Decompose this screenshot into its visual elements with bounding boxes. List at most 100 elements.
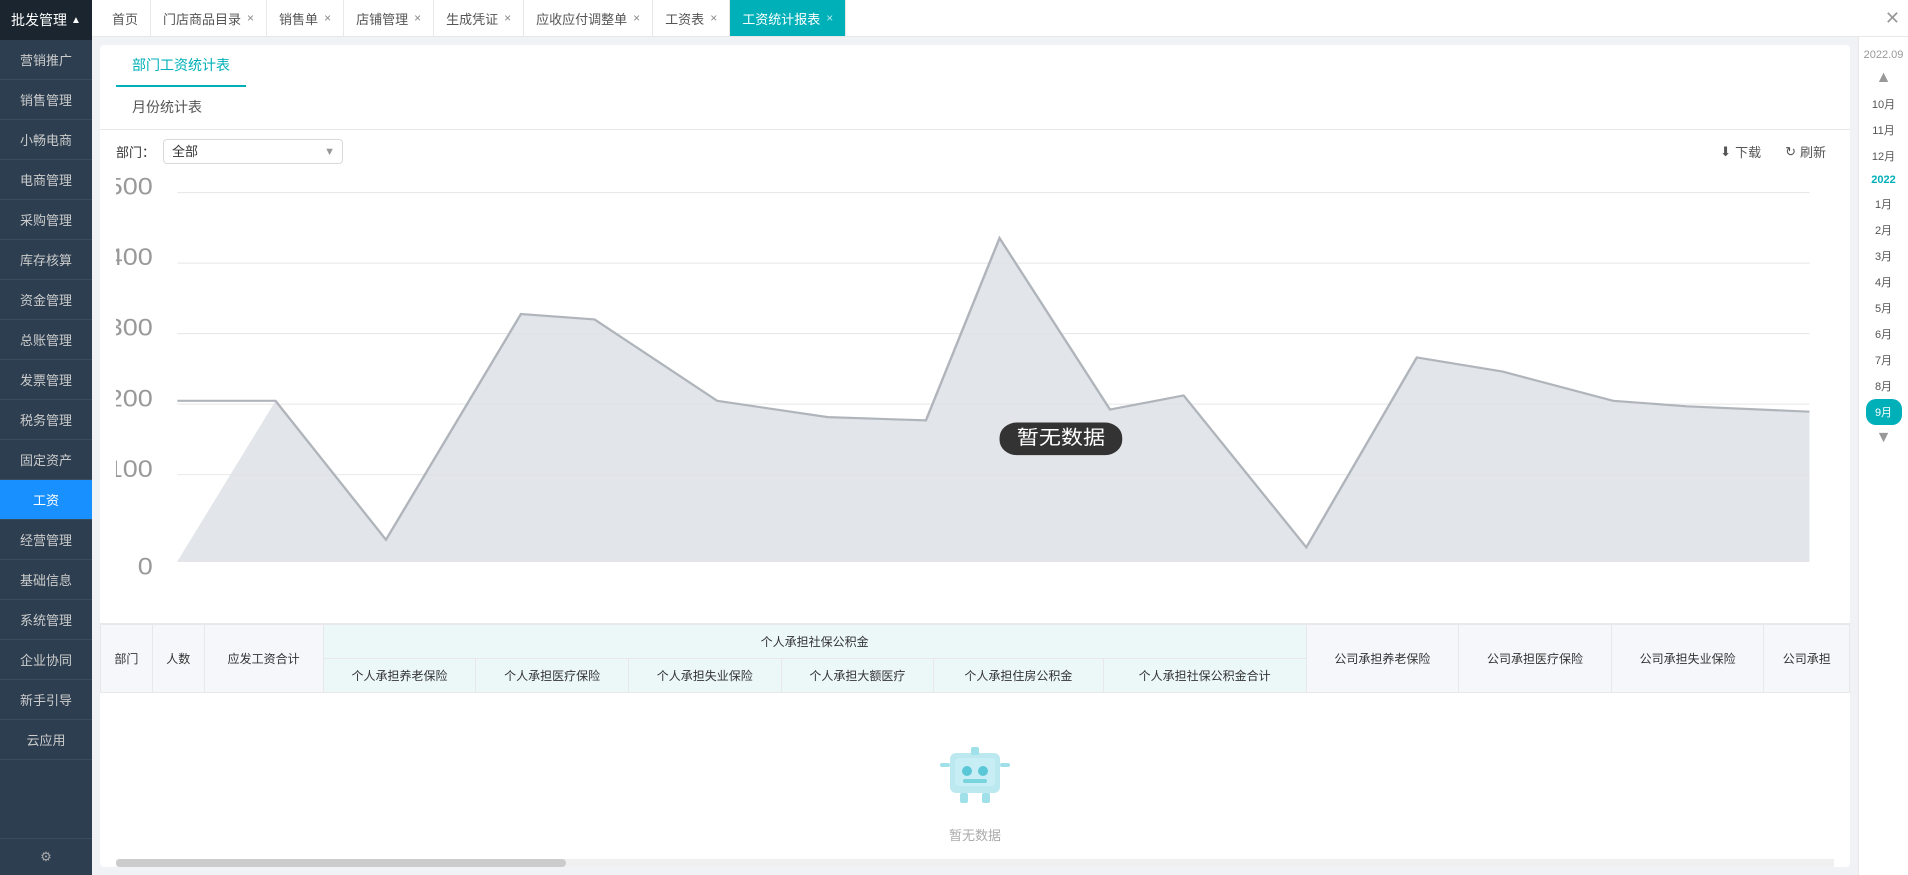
timeline-current-label: 2022.09 <box>1862 45 1906 65</box>
tab-close-销售单[interactable]: × <box>324 11 331 25</box>
download-icon: ⬇ <box>1720 144 1731 160</box>
timeline-month-4月[interactable]: 4月 <box>1866 269 1902 295</box>
timeline-month-11月[interactable]: 11月 <box>1866 117 1902 143</box>
th-personal-unemployment: 个人承担失业保险 <box>628 659 781 693</box>
tab-店铺管理[interactable]: 店铺管理× <box>344 0 434 36</box>
sidebar-item-总账管理[interactable]: 总账管理 <box>0 320 92 360</box>
th-personal-pension: 个人承担养老保险 <box>323 659 476 693</box>
sidebar-items: 营销推广销售管理小畅电商电商管理采购管理库存核算资金管理总账管理发票管理税务管理… <box>0 40 92 760</box>
tab-bar-actions: ✕ <box>1885 8 1900 29</box>
dept-select[interactable]: 全部 <box>163 139 343 164</box>
svg-text:300: 300 <box>116 315 153 341</box>
sidebar-item-云应用[interactable]: 云应用 <box>0 720 92 760</box>
tab-close-应收应付调整单[interactable]: × <box>633 11 640 25</box>
th-total-salary: 应发工资合计 <box>204 625 323 693</box>
content-area: 部门工资统计表月份统计表 部门： 全部 ▼ ⬇ 下载 <box>92 37 1908 875</box>
timeline-month-6月[interactable]: 6月 <box>1866 321 1902 347</box>
sidebar-item-小畅电商[interactable]: 小畅电商 <box>0 120 92 160</box>
timeline-month-7月[interactable]: 7月 <box>1866 347 1902 373</box>
table-scroll-thumb[interactable] <box>116 859 566 867</box>
th-count: 人数 <box>152 625 204 693</box>
chart-svg: 500 400 300 200 100 0 <box>116 173 1834 607</box>
timeline-month-8月[interactable]: 8月 <box>1866 373 1902 399</box>
sidebar-item-发票管理[interactable]: 发票管理 <box>0 360 92 400</box>
tabs-list: 首页门店商品目录×销售单×店铺管理×生成凭证×应收应付调整单×工资表×工资统计报… <box>100 0 846 36</box>
sidebar-header[interactable]: 批发管理 ▲ <box>0 0 92 40</box>
chart-area: 500 400 300 200 100 0 <box>100 173 1850 623</box>
no-data-area: 暂无数据 <box>100 693 1850 859</box>
table-container[interactable]: 部门 人数 应发工资合计 个人承担社保公积金 公司承担养老保险 公司承担医疗保险… <box>100 623 1850 859</box>
action-buttons: ⬇ 下载 ↻ 刷新 <box>1712 138 1834 165</box>
sidebar-item-营销推广[interactable]: 营销推广 <box>0 40 92 80</box>
th-personal-total: 个人承担社保公积金合计 <box>1103 659 1306 693</box>
sidebar-item-税务管理[interactable]: 税务管理 <box>0 400 92 440</box>
sidebar-item-工资[interactable]: 工资 <box>0 480 92 520</box>
sidebar-collapse-arrow: ▲ <box>71 15 81 26</box>
sidebar-item-企业协同[interactable]: 企业协同 <box>0 640 92 680</box>
sidebar-title: 批发管理 <box>11 10 67 30</box>
timeline-month-5月[interactable]: 5月 <box>1866 295 1902 321</box>
refresh-button[interactable]: ↻ 刷新 <box>1777 138 1834 165</box>
download-button[interactable]: ⬇ 下载 <box>1712 138 1769 165</box>
page-content: 部门工资统计表月份统计表 部门： 全部 ▼ ⬇ 下载 <box>100 45 1850 867</box>
timeline-month-1月[interactable]: 1月 <box>1866 191 1902 217</box>
tab-close-门店商品目录[interactable]: × <box>247 11 254 25</box>
th-company-other: 公司承担 <box>1764 625 1850 693</box>
sidebar-item-基础信息[interactable]: 基础信息 <box>0 560 92 600</box>
main-area: 首页门店商品目录×销售单×店铺管理×生成凭证×应收应付调整单×工资表×工资统计报… <box>92 0 1908 875</box>
timeline-month-10月[interactable]: 10月 <box>1866 91 1902 117</box>
tab-生成凭证[interactable]: 生成凭证× <box>434 0 524 36</box>
close-all-tabs-button[interactable]: ✕ <box>1885 8 1900 29</box>
timeline-month-2月[interactable]: 2月 <box>1866 217 1902 243</box>
timeline-month-3月[interactable]: 3月 <box>1866 243 1902 269</box>
sub-tab-部门工资统计表[interactable]: 部门工资统计表 <box>116 45 246 87</box>
svg-text:200: 200 <box>116 386 153 412</box>
sidebar-footer-settings[interactable]: ⚙ <box>0 838 92 875</box>
sub-tab-月份统计表[interactable]: 月份统计表 <box>116 87 246 129</box>
tab-应收应付调整单[interactable]: 应收应付调整单× <box>524 0 653 36</box>
sub-tabs-list: 部门工资统计表月份统计表 <box>116 45 250 129</box>
tab-close-工资统计报表[interactable]: × <box>826 11 833 25</box>
toolbar: 部门： 全部 ▼ ⬇ 下载 ↻ 刷新 <box>100 130 1850 173</box>
sidebar-item-电商管理[interactable]: 电商管理 <box>0 160 92 200</box>
no-data-icon <box>935 733 1015 813</box>
sidebar-item-采购管理[interactable]: 采购管理 <box>0 200 92 240</box>
refresh-label: 刷新 <box>1800 142 1826 161</box>
sidebar-item-经营管理[interactable]: 经营管理 <box>0 520 92 560</box>
tab-bar: 首页门店商品目录×销售单×店铺管理×生成凭证×应收应付调整单×工资表×工资统计报… <box>92 0 1908 37</box>
sidebar-item-新手引导[interactable]: 新手引导 <box>0 680 92 720</box>
th-dept: 部门 <box>101 625 153 693</box>
sidebar-item-系统管理[interactable]: 系统管理 <box>0 600 92 640</box>
tab-销售单[interactable]: 销售单× <box>267 0 344 36</box>
sidebar-item-库存核算[interactable]: 库存核算 <box>0 240 92 280</box>
tab-close-生成凭证[interactable]: × <box>504 11 511 25</box>
th-company-medical: 公司承担医疗保险 <box>1459 625 1612 693</box>
refresh-icon: ↻ <box>1785 144 1796 160</box>
th-company-pension: 公司承担养老保险 <box>1306 625 1459 693</box>
tab-首页[interactable]: 首页 <box>100 0 151 36</box>
sidebar-item-资金管理[interactable]: 资金管理 <box>0 280 92 320</box>
svg-text:暂无数据: 暂无数据 <box>1017 427 1105 449</box>
no-data-text: 暂无数据 <box>949 825 1001 844</box>
dept-select-wrapper: 全部 ▼ <box>163 139 343 164</box>
timeline-month-12月[interactable]: 12月 <box>1866 143 1902 169</box>
svg-text:500: 500 <box>116 174 153 200</box>
table-scroll-hint <box>116 859 1834 867</box>
svg-text:0: 0 <box>138 554 153 580</box>
download-label: 下载 <box>1735 142 1761 161</box>
tab-工资统计报表[interactable]: 工资统计报表× <box>730 0 846 36</box>
timeline-month-9月[interactable]: 9月 <box>1866 399 1902 425</box>
timeline-up-button[interactable]: ▲ <box>1872 65 1896 91</box>
timeline-month-2022[interactable]: 2022 <box>1866 169 1902 191</box>
sidebar-item-销售管理[interactable]: 销售管理 <box>0 80 92 120</box>
tab-工资表[interactable]: 工资表× <box>653 0 730 36</box>
sidebar-item-固定资产[interactable]: 固定资产 <box>0 440 92 480</box>
sub-tabs: 部门工资统计表月份统计表 <box>100 45 1850 130</box>
tab-门店商品目录[interactable]: 门店商品目录× <box>151 0 267 36</box>
tab-close-店铺管理[interactable]: × <box>414 11 421 25</box>
th-group-personal: 个人承担社保公积金 <box>323 625 1306 659</box>
dept-label: 部门： <box>116 142 155 161</box>
th-company-unemployment: 公司承担失业保险 <box>1611 625 1764 693</box>
tab-close-工资表[interactable]: × <box>710 11 717 25</box>
timeline-down-button[interactable]: ▼ <box>1872 425 1896 451</box>
